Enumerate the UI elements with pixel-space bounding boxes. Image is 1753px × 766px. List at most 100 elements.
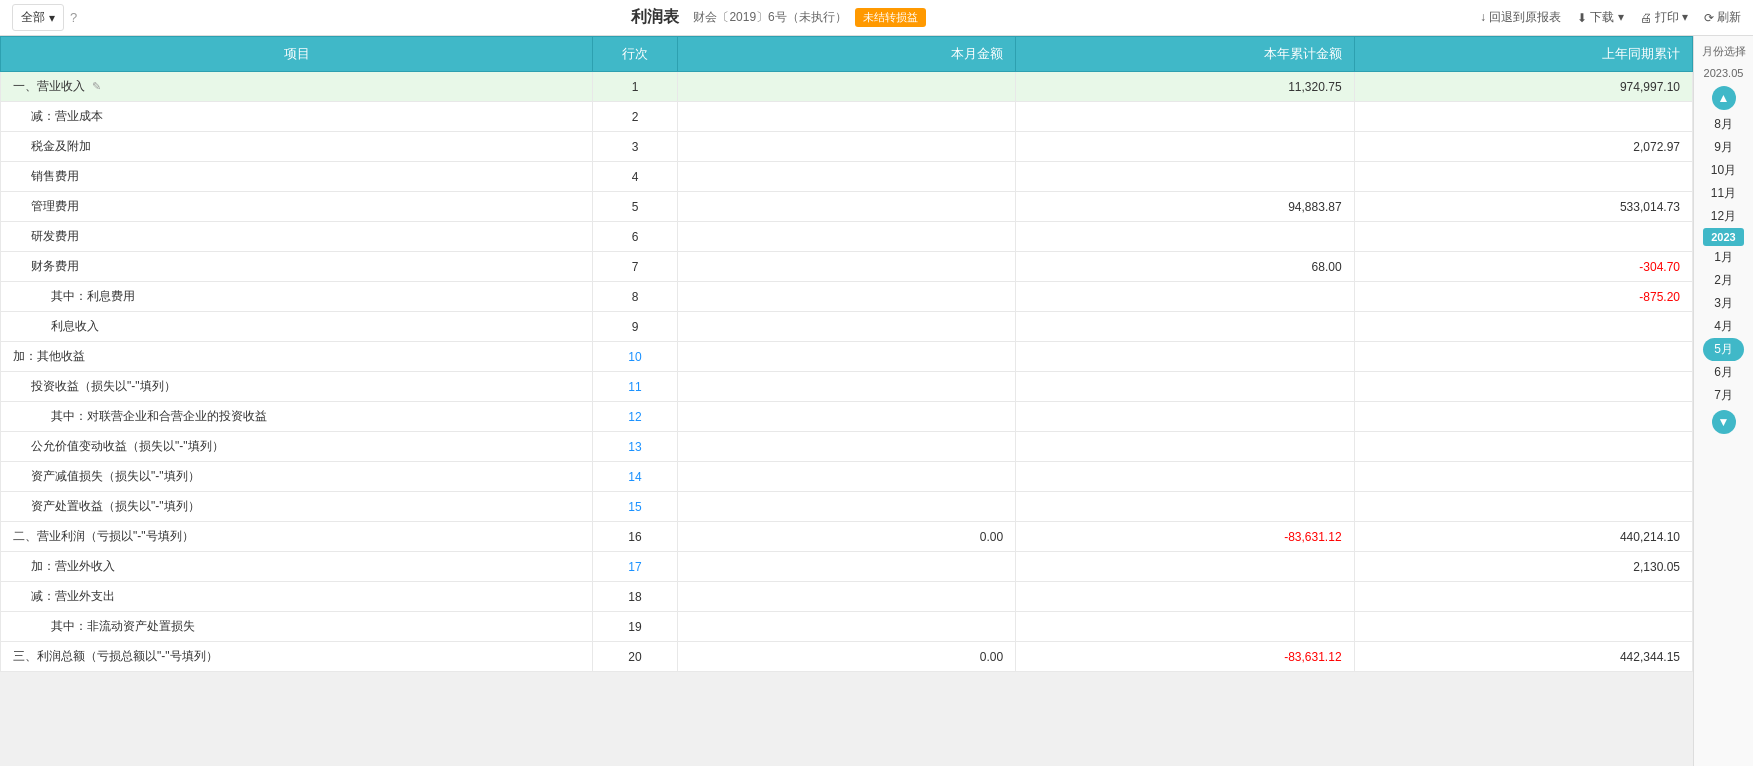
cell-item: 其中：对联营企业和合营企业的投资收益	[1, 402, 593, 432]
col-header-row: 行次	[593, 37, 678, 72]
cell-month-value: 0.00	[677, 642, 1015, 672]
cell-item: 公允价值变动收益（损失以"-"填列）	[1, 432, 593, 462]
table-row: 加：其他收益10	[1, 342, 1693, 372]
cell-prev-value	[1354, 612, 1692, 642]
cell-row-number: 8	[593, 282, 678, 312]
sidebar-month-item[interactable]: 5月	[1703, 338, 1744, 361]
col-header-prev: 上年同期累计	[1354, 37, 1692, 72]
page-title: 利润表	[631, 7, 679, 28]
print-button[interactable]: 🖨 打印 ▾	[1640, 9, 1688, 26]
sidebar-month-item[interactable]: 8月	[1703, 113, 1744, 136]
sidebar-month-item[interactable]: 6月	[1703, 361, 1744, 384]
cell-month-value	[677, 132, 1015, 162]
table-row: 利息收入9	[1, 312, 1693, 342]
cell-prev-value: 442,344.15	[1354, 642, 1692, 672]
table-row: 投资收益（损失以"-"填列）11	[1, 372, 1693, 402]
cell-item: 研发费用	[1, 222, 593, 252]
month-list: 8月9月10月11月12月20231月2月3月4月5月6月7月	[1703, 113, 1744, 407]
cell-item: 税金及附加	[1, 132, 593, 162]
sidebar-month-item[interactable]: 11月	[1703, 182, 1744, 205]
table-row: 税金及附加32,072.97	[1, 132, 1693, 162]
cell-month-value	[677, 252, 1015, 282]
sidebar-year-display: 2023.05	[1704, 67, 1744, 79]
scope-label: 全部	[21, 9, 45, 26]
cell-prev-value	[1354, 312, 1692, 342]
cell-month-value: 0.00	[677, 522, 1015, 552]
table-row: 销售费用4	[1, 162, 1693, 192]
cell-prev-value	[1354, 162, 1692, 192]
help-icon[interactable]: ?	[70, 10, 77, 25]
table-row: 财务费用768.00-304.70	[1, 252, 1693, 282]
cell-year-value: -83,631.12	[1016, 522, 1354, 552]
status-badge[interactable]: 未结转损益	[855, 8, 926, 27]
cell-month-value	[677, 432, 1015, 462]
cell-prev-value	[1354, 222, 1692, 252]
cell-month-value	[677, 282, 1015, 312]
cell-item: 减：营业外支出	[1, 582, 593, 612]
cell-item: 一、营业收入 ✎	[1, 72, 593, 102]
cell-year-value: 94,883.87	[1016, 192, 1354, 222]
top-bar-left: 全部 ▾ ?	[12, 4, 77, 31]
cell-item: 减：营业成本	[1, 102, 593, 132]
cell-row-number: 18	[593, 582, 678, 612]
cell-prev-value	[1354, 102, 1692, 132]
cell-year-value	[1016, 282, 1354, 312]
sidebar-month-item[interactable]: 9月	[1703, 136, 1744, 159]
table-row: 资产减值损失（损失以"-"填列）14	[1, 462, 1693, 492]
sidebar-month-item[interactable]: 2023	[1703, 228, 1744, 246]
scope-dropdown[interactable]: 全部 ▾	[12, 4, 64, 31]
top-bar-actions: ↓ 回退到原报表 ⬇ ↓ 下载 下载 ▾ 🖨 打印 ▾ ⟳ 刷新	[1480, 9, 1741, 26]
cell-prev-value	[1354, 462, 1692, 492]
sidebar-up-arrow[interactable]: ▲	[1712, 86, 1736, 110]
cell-month-value	[677, 582, 1015, 612]
cell-row-number: 11	[593, 372, 678, 402]
cell-month-value	[677, 192, 1015, 222]
cell-month-value	[677, 372, 1015, 402]
download-icon: ⬇	[1577, 11, 1587, 25]
cell-item: 加：营业外收入	[1, 552, 593, 582]
cell-month-value	[677, 402, 1015, 432]
sidebar-month-item[interactable]: 1月	[1703, 246, 1744, 269]
table-row: 二、营业利润（亏损以"-"号填列）160.00-83,631.12440,214…	[1, 522, 1693, 552]
edit-icon[interactable]: ✎	[89, 80, 101, 92]
cell-month-value	[677, 102, 1015, 132]
cell-prev-value	[1354, 342, 1692, 372]
content-area: 项目 行次 本月金额 本年累计金额 上年同期累计 一、营业收入 ✎111,320…	[0, 36, 1693, 766]
download-button[interactable]: ⬇ ↓ 下载 下载 ▾	[1577, 9, 1623, 26]
cell-prev-value	[1354, 372, 1692, 402]
cell-month-value	[677, 462, 1015, 492]
cell-year-value	[1016, 222, 1354, 252]
cell-month-value	[677, 492, 1015, 522]
back-button[interactable]: ↓ 回退到原报表	[1480, 9, 1561, 26]
sidebar-down-arrow[interactable]: ▼	[1712, 410, 1736, 434]
table-row: 管理费用594,883.87533,014.73	[1, 192, 1693, 222]
cell-row-number: 10	[593, 342, 678, 372]
cell-prev-value: 974,997.10	[1354, 72, 1692, 102]
cell-row-number: 12	[593, 402, 678, 432]
cell-month-value	[677, 312, 1015, 342]
table-header-row: 项目 行次 本月金额 本年累计金额 上年同期累计	[1, 37, 1693, 72]
col-header-year: 本年累计金额	[1016, 37, 1354, 72]
sidebar-month-item[interactable]: 12月	[1703, 205, 1744, 228]
cell-row-number: 9	[593, 312, 678, 342]
cell-item: 加：其他收益	[1, 342, 593, 372]
sidebar-month-item[interactable]: 10月	[1703, 159, 1744, 182]
table-row: 其中：对联营企业和合营企业的投资收益12	[1, 402, 1693, 432]
table-row: 其中：非流动资产处置损失19	[1, 612, 1693, 642]
sidebar-month-item[interactable]: 4月	[1703, 315, 1744, 338]
sidebar-month-item[interactable]: 2月	[1703, 269, 1744, 292]
print-icon: 🖨	[1640, 11, 1652, 25]
cell-item: 管理费用	[1, 192, 593, 222]
cell-year-value	[1016, 102, 1354, 132]
sidebar-month-item[interactable]: 7月	[1703, 384, 1744, 407]
refresh-button[interactable]: ⟳ 刷新	[1704, 9, 1741, 26]
cell-month-value	[677, 342, 1015, 372]
cell-row-number: 17	[593, 552, 678, 582]
cell-prev-value	[1354, 492, 1692, 522]
sidebar-month-item[interactable]: 3月	[1703, 292, 1744, 315]
cell-prev-value	[1354, 402, 1692, 432]
cell-year-value	[1016, 552, 1354, 582]
cell-item: 二、营业利润（亏损以"-"号填列）	[1, 522, 593, 552]
cell-prev-value: -875.20	[1354, 282, 1692, 312]
col-header-month: 本月金额	[677, 37, 1015, 72]
